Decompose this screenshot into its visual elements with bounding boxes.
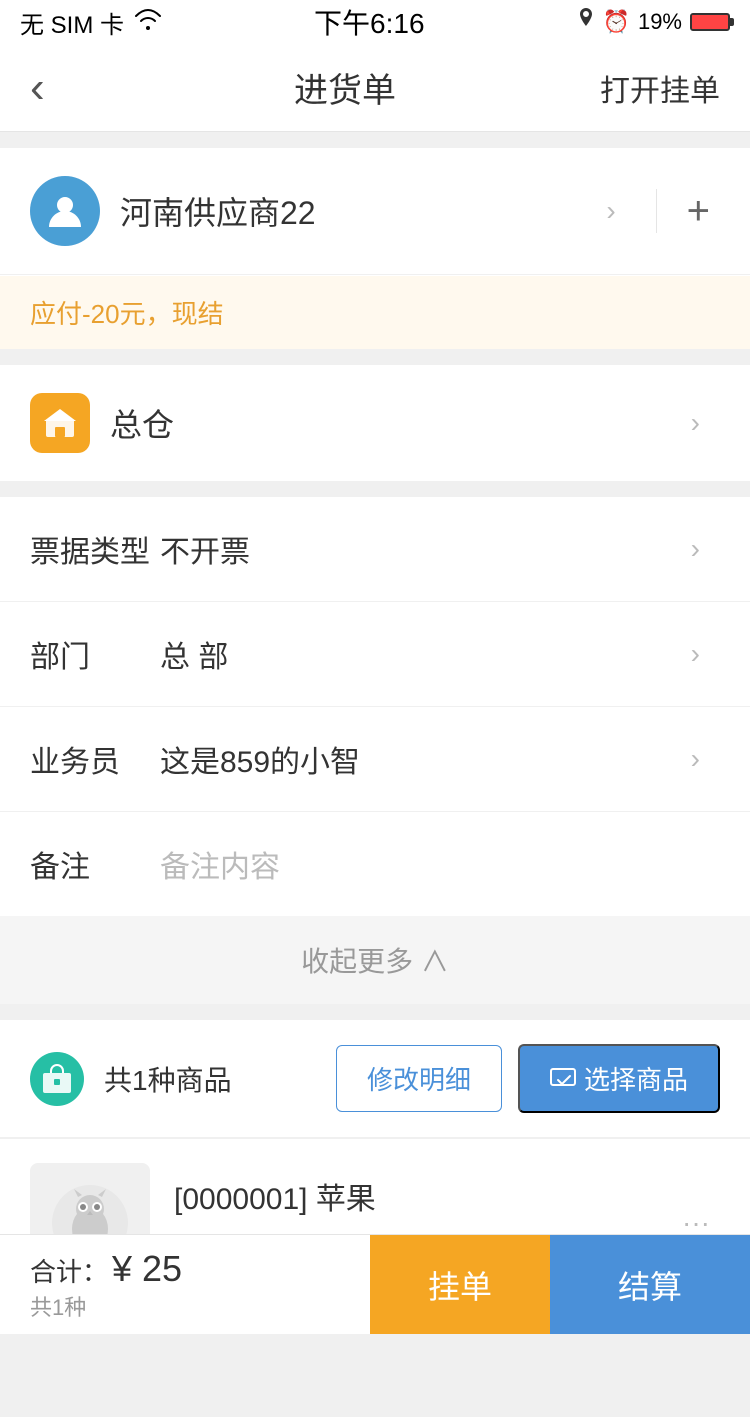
battery-pct: 19% xyxy=(638,9,682,35)
status-bar: 无 SIM 卡 下午6:16 ⏰ 19% xyxy=(0,0,750,44)
checkout-button[interactable]: 结算 xyxy=(550,1235,750,1334)
back-button[interactable]: ‹ xyxy=(30,63,90,113)
warehouse-icon xyxy=(30,393,90,453)
remark-input[interactable]: 备注内容 xyxy=(160,842,720,886)
dept-label: 部门 xyxy=(30,632,160,676)
remark-row[interactable]: 备注 备注内容 xyxy=(0,812,750,916)
open-pending-button[interactable]: 打开挂单 xyxy=(600,66,720,110)
status-time: 下午6:16 xyxy=(314,2,425,42)
supplier-notice: 应付-20元，现结 xyxy=(0,276,750,349)
invoice-value: 不开票 xyxy=(160,527,691,571)
hang-button[interactable]: 挂单 xyxy=(370,1235,550,1334)
page-title: 进货单 xyxy=(294,63,396,112)
supplier-chevron-icon: › xyxy=(606,195,615,227)
divider xyxy=(656,189,657,233)
warehouse-chevron-icon: › xyxy=(691,407,700,439)
status-right: ⏰ 19% xyxy=(577,8,730,36)
warehouse-section: 总仓 › xyxy=(0,365,750,481)
add-supplier-button[interactable]: + xyxy=(677,189,720,234)
dept-value: 总 部 xyxy=(160,632,691,676)
goods-icon xyxy=(30,1052,84,1106)
goods-header: 共1种商品 修改明细 选择商品 xyxy=(0,1020,750,1137)
warehouse-name: 总仓 xyxy=(110,400,691,446)
warehouse-row[interactable]: 总仓 › xyxy=(0,365,750,481)
staff-chevron-icon: › xyxy=(691,743,700,775)
total-sub: 共1种 xyxy=(30,1290,340,1322)
select-goods-button[interactable]: 选择商品 xyxy=(518,1044,720,1113)
nav-bar: ‹ 进货单 打开挂单 xyxy=(0,44,750,132)
alarm-icon: ⏰ xyxy=(603,9,630,35)
staff-label: 业务员 xyxy=(30,737,160,781)
form-section: 票据类型 不开票 › 部门 总 部 › 业务员 这是859的小智 › 备注 备注… xyxy=(0,497,750,916)
collapse-button[interactable]: 收起更多 ∧ xyxy=(0,916,750,1004)
carrier-label: 无 SIM 卡 xyxy=(20,5,124,40)
footer-total: 合计： ¥ 25 共1种 xyxy=(0,1235,370,1334)
edit-detail-button[interactable]: 修改明细 xyxy=(336,1045,502,1112)
supplier-section: 河南供应商22 › + 应付-20元，现结 xyxy=(0,148,750,349)
staff-value: 这是859的小智 xyxy=(160,737,691,781)
footer-bar: 合计： ¥ 25 共1种 挂单 结算 xyxy=(0,1234,750,1334)
invoice-label: 票据类型 xyxy=(30,527,160,571)
staff-row[interactable]: 业务员 这是859的小智 › xyxy=(0,707,750,812)
remark-label: 备注 xyxy=(30,842,160,886)
status-left: 无 SIM 卡 xyxy=(20,5,162,40)
invoice-chevron-icon: › xyxy=(691,533,700,565)
wifi-icon xyxy=(134,8,162,37)
supplier-row[interactable]: 河南供应商22 › + xyxy=(0,148,750,275)
goods-count: 共1种商品 xyxy=(104,1059,336,1099)
location-icon xyxy=(577,8,595,36)
battery-icon xyxy=(690,13,730,31)
supplier-name: 河南供应商22 xyxy=(120,188,606,234)
total-amount: ¥ 25 xyxy=(112,1248,182,1290)
invoice-row[interactable]: 票据类型 不开票 › xyxy=(0,497,750,602)
dept-row[interactable]: 部门 总 部 › xyxy=(0,602,750,707)
total-label: 合计： xyxy=(30,1252,108,1289)
dept-chevron-icon: › xyxy=(691,638,700,670)
product-name: [0000001] 苹果 xyxy=(174,1174,672,1218)
select-goods-label: 选择商品 xyxy=(584,1060,688,1097)
supplier-avatar xyxy=(30,176,100,246)
